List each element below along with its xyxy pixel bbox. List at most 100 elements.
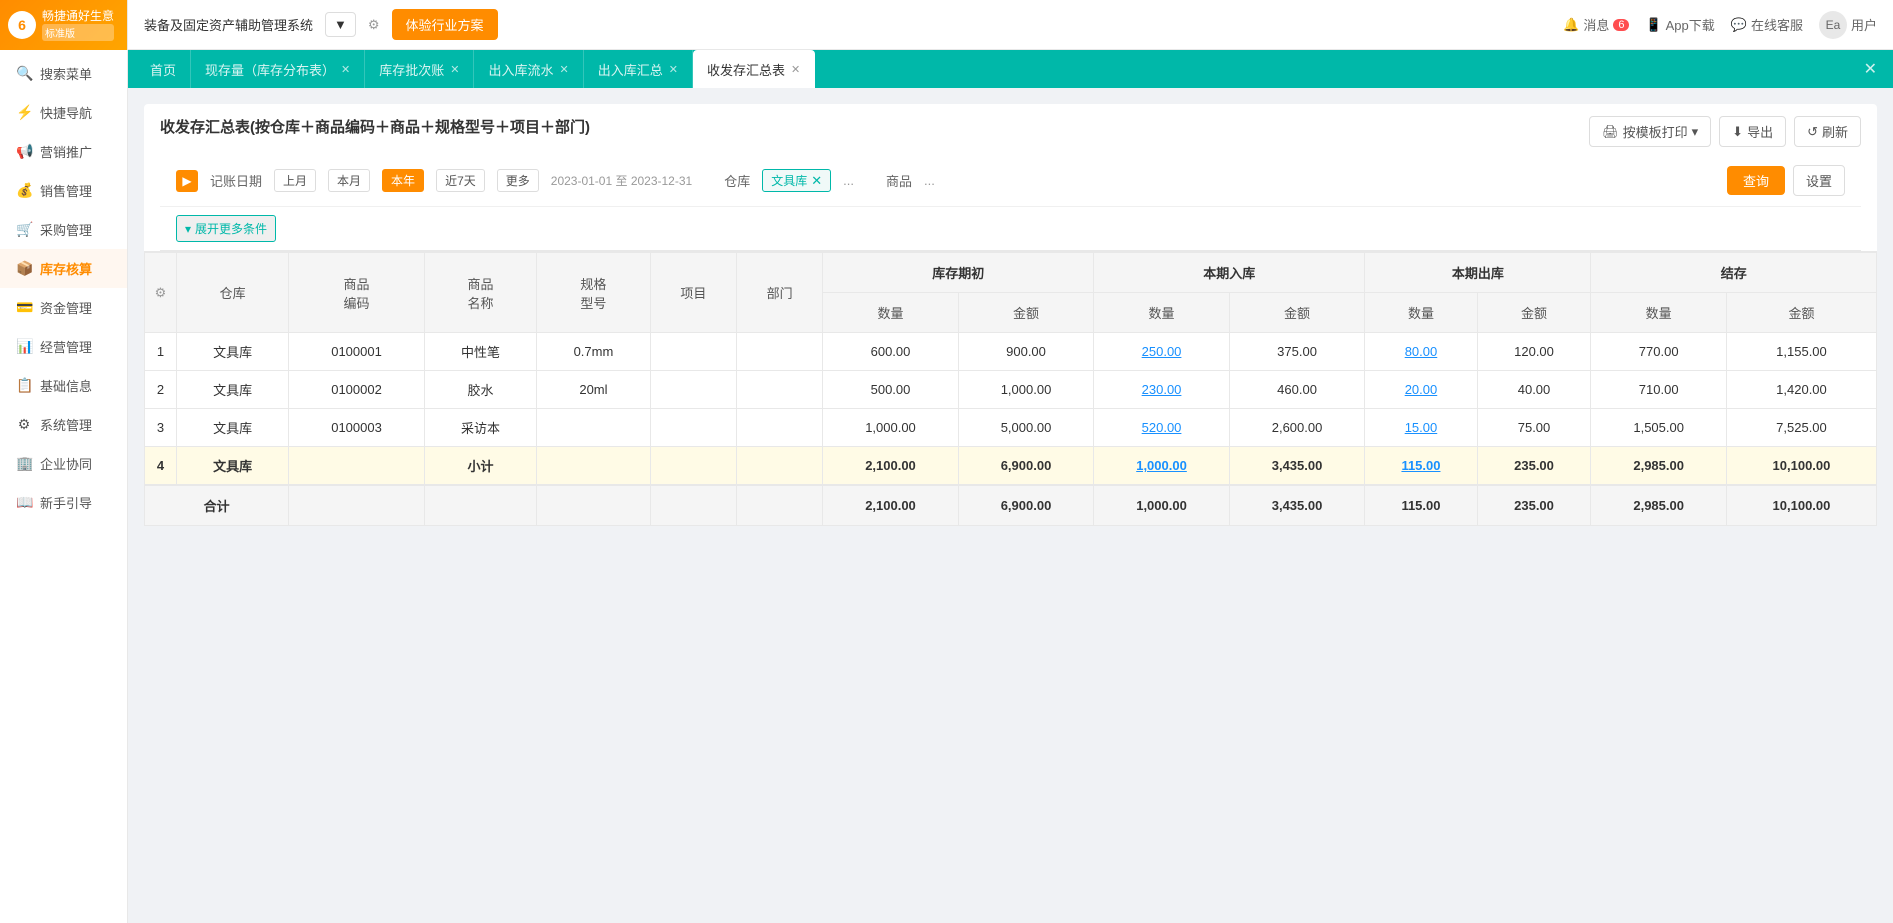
table-settings-icon[interactable]: ⚙: [155, 285, 167, 300]
sidebar-item-operation[interactable]: 📊 经营管理: [0, 327, 127, 366]
operation-icon: 📊: [16, 338, 32, 355]
expand-conditions-button[interactable]: ▾ 展开更多条件: [176, 215, 276, 242]
table-container: ⚙ 仓库 商品编码 商品名称 规格型号 项目 部门 库存期初 本期入库 本期出库…: [144, 252, 1877, 526]
sidebar-item-finance[interactable]: 💳 资金管理: [0, 288, 127, 327]
sidebar-item-label: 搜索菜单: [40, 64, 92, 83]
tabbar: 首页 现存量（库存分布表） ✕ 库存批次账 ✕ 出入库流水 ✕ 出入库汇总 ✕ …: [128, 50, 1893, 88]
subtotal-no: 4: [145, 447, 177, 486]
sidebar-item-quick[interactable]: ⚡ 快捷导航: [0, 93, 127, 132]
sidebar-item-search[interactable]: 🔍 搜索菜单: [0, 54, 127, 93]
sidebar-item-label: 基础信息: [40, 376, 92, 395]
finance-icon: 💳: [16, 299, 32, 316]
row-project: [650, 409, 736, 447]
warehouse-tag-value: 文具库: [771, 172, 807, 189]
sidebar-item-guide[interactable]: 📖 新手引导: [0, 483, 127, 522]
warehouse-filter-label: 仓库: [724, 171, 750, 190]
date-btn-cur-year[interactable]: 本年: [382, 169, 424, 192]
expand-icon: ▾: [185, 222, 191, 236]
total-placeholder2: [424, 485, 536, 526]
date-btn-cur-month[interactable]: 本月: [328, 169, 370, 192]
trial-button[interactable]: 体验行业方案: [392, 9, 498, 40]
warehouse-remove-button[interactable]: ✕: [811, 173, 822, 189]
tab-label: 首页: [150, 60, 176, 79]
tab-home[interactable]: 首页: [136, 50, 191, 88]
tab-close-all-button[interactable]: ✕: [1856, 59, 1885, 79]
user-label: 用户: [1851, 15, 1877, 34]
setting-button[interactable]: 设置: [1793, 165, 1845, 196]
total-bal-amt: 10,100.00: [1726, 485, 1876, 526]
dropdown-label: ▼: [334, 17, 347, 32]
warehouse-more-dots[interactable]: ...: [843, 173, 854, 188]
table-row: 1 文具库 0100001 中性笔 0.7mm 600.00 900.00 25…: [145, 333, 1877, 371]
sidebar-item-base[interactable]: 📋 基础信息: [0, 366, 127, 405]
export-button[interactable]: ⬇ 导出: [1719, 116, 1786, 147]
printer-icon: 🖨: [1602, 124, 1619, 140]
topbar-dropdown[interactable]: ▼: [325, 12, 356, 37]
tab-close-icon[interactable]: ✕: [450, 63, 459, 76]
app-download-item[interactable]: 📱 App下载: [1645, 15, 1714, 34]
gear-icon[interactable]: ⚙: [368, 17, 380, 33]
main-content: 装备及固定资产辅助管理系统 ▼ ⚙ 体验行业方案 🔔 消息 6 📱 App下载 …: [128, 0, 1893, 923]
date-btn-7days[interactable]: 近7天: [436, 169, 485, 192]
total-in-qty: 1,000.00: [1094, 485, 1230, 526]
sidebar-item-label: 采购管理: [40, 220, 92, 239]
service-item[interactable]: 💬 在线客服: [1731, 15, 1803, 34]
row-in-qty[interactable]: 230.00: [1094, 371, 1230, 409]
total-in-amt: 3,435.00: [1229, 485, 1365, 526]
tab-close-icon[interactable]: ✕: [341, 63, 350, 76]
total-placeholder3: [537, 485, 651, 526]
topbar-right: 🔔 消息 6 📱 App下载 💬 在线客服 Ea 用户: [1563, 11, 1877, 39]
sidebar-item-corp[interactable]: 🏢 企业协同: [0, 444, 127, 483]
tab-recv-send[interactable]: 收发存汇总表 ✕: [693, 50, 815, 88]
warehouse-tag: 文具库 ✕: [762, 169, 831, 192]
user-item[interactable]: Ea 用户: [1819, 11, 1877, 39]
tab-stock-dist[interactable]: 现存量（库存分布表） ✕: [191, 50, 365, 88]
tab-summary[interactable]: 出入库汇总 ✕: [584, 50, 693, 88]
print-button[interactable]: 🖨 按模板打印 ▾: [1589, 116, 1711, 147]
th-out-amt: 金额: [1477, 293, 1591, 333]
header-actions: 🖨 按模板打印 ▾ ⬇ 导出 ↺ 刷新: [1589, 116, 1861, 147]
tab-close-icon[interactable]: ✕: [791, 63, 800, 76]
sidebar-item-purchase[interactable]: 🛒 采购管理: [0, 210, 127, 249]
sidebar-title-line2: 标准版: [42, 24, 114, 41]
tab-close-icon[interactable]: ✕: [669, 63, 678, 76]
row-out-qty[interactable]: 15.00: [1365, 409, 1477, 447]
total-out-amt: 235.00: [1477, 485, 1591, 526]
subtotal-open-amt: 6,900.00: [958, 447, 1094, 486]
date-btn-prev-month[interactable]: 上月: [274, 169, 316, 192]
row-in-qty[interactable]: 520.00: [1094, 409, 1230, 447]
sidebar-item-inventory[interactable]: 📦 库存核算: [0, 249, 127, 288]
tab-close-icon[interactable]: ✕: [560, 63, 569, 76]
inventory-icon: 📦: [16, 260, 32, 277]
row-out-amt: 75.00: [1477, 409, 1591, 447]
row-bal-qty: 1,505.00: [1591, 409, 1727, 447]
th-open-amt: 金额: [958, 293, 1094, 333]
row-warehouse: 文具库: [177, 333, 289, 371]
tab-batch[interactable]: 库存批次账 ✕: [365, 50, 474, 88]
purchase-icon: 🛒: [16, 221, 32, 238]
row-out-qty[interactable]: 80.00: [1365, 333, 1477, 371]
row-out-qty[interactable]: 20.00: [1365, 371, 1477, 409]
row-bal-amt: 1,420.00: [1726, 371, 1876, 409]
query-button[interactable]: 查询: [1727, 166, 1785, 195]
goods-more-dots[interactable]: ...: [924, 173, 935, 188]
th-warehouse: 仓库: [177, 253, 289, 333]
filter-toggle-button[interactable]: ▶: [176, 170, 198, 192]
row-in-qty[interactable]: 250.00: [1094, 333, 1230, 371]
sidebar-item-label: 企业协同: [40, 454, 92, 473]
filter-bar: ▶ 记账日期 上月 本月 本年 近7天 更多 2023-01-01 至 2023…: [160, 155, 1861, 207]
search-icon: 🔍: [16, 65, 32, 82]
th-settings: ⚙: [145, 253, 177, 333]
date-btn-more[interactable]: 更多: [497, 169, 539, 192]
tab-flow[interactable]: 出入库流水 ✕: [474, 50, 583, 88]
sidebar-item-marketing[interactable]: 📢 营销推广: [0, 132, 127, 171]
sidebar-item-system[interactable]: ⚙ 系统管理: [0, 405, 127, 444]
sidebar-item-sales[interactable]: 💰 销售管理: [0, 171, 127, 210]
notice-item[interactable]: 🔔 消息 6: [1563, 15, 1629, 34]
total-placeholder1: [289, 485, 425, 526]
tab-label: 库存批次账: [379, 60, 444, 79]
total-row: 合计 2,100.00 6,900.00 1,000.00 3,435.00 1…: [145, 485, 1877, 526]
subtotal-code: [289, 447, 425, 486]
row-warehouse: 文具库: [177, 371, 289, 409]
refresh-button[interactable]: ↺ 刷新: [1794, 116, 1861, 147]
